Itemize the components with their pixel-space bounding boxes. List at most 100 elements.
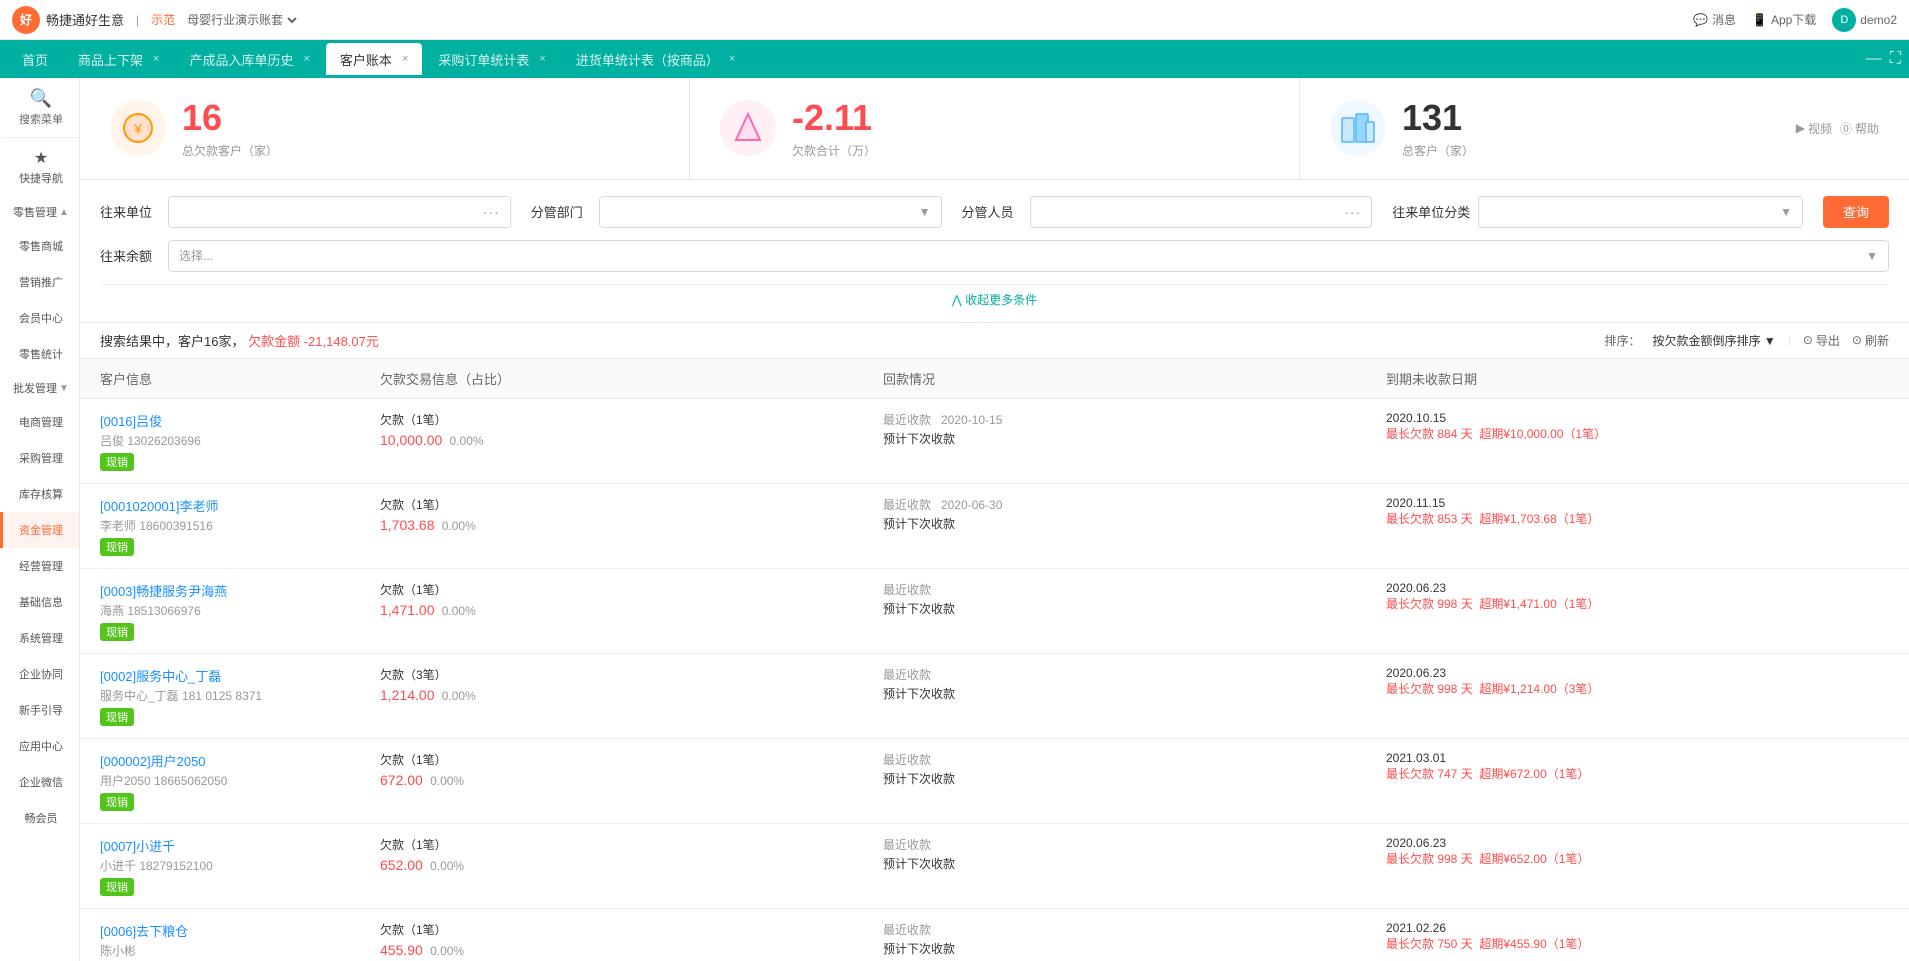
subtitle-label[interactable]: 示范	[151, 11, 175, 28]
query-button[interactable]: 查询	[1823, 196, 1889, 228]
tab-home-label: 首页	[22, 50, 48, 69]
sidebar-item-retail-mgmt[interactable]: 零售管理 ▲	[0, 196, 79, 228]
sidebar-item-search[interactable]: 🔍 搜索菜单	[0, 78, 79, 138]
filter-person-label: 分管人员	[962, 202, 1022, 221]
tab-purchase-order[interactable]: 采购订单统计表 ×	[424, 43, 559, 75]
filter-collapse-button[interactable]: ⋀ 收起更多条件	[100, 284, 1889, 314]
sidebar-item-guide[interactable]: 新手引导	[0, 692, 79, 728]
tab-product-listing-label: 商品上下架	[78, 50, 143, 69]
overdue-link-3[interactable]: 超期¥1,214.00（3笔）	[1479, 682, 1599, 696]
customer-name-0[interactable]: [0016]吕俊	[100, 414, 162, 429]
close-icon[interactable]: ×	[153, 53, 159, 65]
overdue-link-2[interactable]: 超期¥1,471.00（1笔）	[1479, 597, 1599, 611]
sidebar-item-wholesale-mgmt[interactable]: 批发管理 ▼	[0, 372, 79, 404]
tab-customer-ledger[interactable]: 客户账本 ×	[326, 43, 422, 75]
top-bar: 好 畅捷通好生意 | 示范 母婴行业演示账套 💬 消息 📱 App下载 D de…	[0, 0, 1909, 40]
message-button[interactable]: 💬 消息	[1693, 11, 1736, 28]
debt-amount-5[interactable]: 652.00	[380, 857, 423, 873]
debt-amount-2[interactable]: 1,471.00	[380, 602, 435, 618]
sidebar-item-collab[interactable]: 企业协同	[0, 656, 79, 692]
filter-person-input[interactable]: ···	[1030, 196, 1373, 228]
filter-category-select[interactable]: ▼	[1478, 196, 1803, 228]
due-date-6: 2021.02.26	[1386, 921, 1889, 935]
minimize-icon[interactable]: —	[1866, 50, 1882, 68]
customer-name-4[interactable]: [000002]用户2050	[100, 754, 206, 769]
sidebar-item-business[interactable]: 经营管理	[0, 548, 79, 584]
company-select[interactable]: 母婴行业演示账套	[183, 12, 300, 28]
debt-amount-6[interactable]: 455.90	[380, 942, 423, 958]
filter-row-2: 往来余额 选择... ▼	[100, 240, 1889, 272]
payback-cell-1: 最近收款 2020-06-30 预计下次收款	[883, 496, 1386, 532]
customer-name-1[interactable]: [0001020001]李老师	[100, 499, 219, 514]
help-button[interactable]: ⓪ 帮助	[1840, 120, 1879, 137]
filter-row-1: 往来单位 ··· 分管部门 ▼ 分管人员	[100, 196, 1889, 228]
sidebar-item-system[interactable]: 系统管理	[0, 620, 79, 656]
customer-name-2[interactable]: [0003]畅捷服务尹海燕	[100, 584, 227, 599]
app-download-button[interactable]: 📱 App下载	[1752, 11, 1816, 28]
view-video-button[interactable]: ▶ 视频	[1796, 120, 1832, 137]
due-date-1: 2020.11.15	[1386, 496, 1889, 510]
result-amount-text: 欠款金额 -21,148.07元	[248, 334, 379, 349]
sidebar-item-retail-stats[interactable]: 零售统计	[0, 336, 79, 372]
sidebar-item-retail-mall[interactable]: 零售商城	[0, 228, 79, 264]
overdue-link-1[interactable]: 超期¥1,703.68（1笔）	[1479, 512, 1599, 526]
sidebar-item-member[interactable]: 会员中心	[0, 300, 79, 336]
tab-home[interactable]: 首页	[8, 43, 62, 75]
sidebar-item-member-pro[interactable]: 畅会员	[0, 800, 79, 836]
payback-cell-6: 最近收款 预计下次收款	[883, 921, 1386, 957]
customer-name-6[interactable]: [0006]去下粮仓	[100, 924, 188, 939]
debt-amount-0[interactable]: 10,000.00	[380, 432, 442, 448]
col-payback: 回款情况	[883, 369, 1386, 388]
maximize-icon[interactable]: ⛶	[1890, 50, 1901, 68]
refresh-button[interactable]: ⊙ 刷新	[1852, 332, 1889, 349]
debt-amount-3[interactable]: 1,214.00	[380, 687, 435, 703]
close-icon[interactable]: ×	[303, 53, 309, 65]
filter-category-label: 往来单位分类	[1392, 202, 1470, 221]
debt-cell-2: 欠款（1笔） 1,471.00 0.00%	[380, 581, 883, 618]
tab-purchase-stats[interactable]: 进货单统计表（按商品） ×	[562, 43, 749, 75]
overdue-days-6: 最长欠款 750 天 超期¥455.90（1笔）	[1386, 935, 1889, 952]
stat-info-amount: -2.11 欠款合计（万）	[792, 98, 876, 159]
sidebar-item-purchase[interactable]: 采购管理	[0, 440, 79, 476]
close-icon[interactable]: ×	[729, 53, 735, 65]
sort-select[interactable]: 按欠款金额倒序排序 ▼	[1653, 332, 1776, 349]
sidebar-item-marketing[interactable]: 营销推广	[0, 264, 79, 300]
close-icon[interactable]: ×	[539, 53, 545, 65]
sidebar-item-app-center[interactable]: 应用中心	[0, 728, 79, 764]
overdue-link-4[interactable]: 超期¥672.00（1笔）	[1479, 767, 1589, 781]
sidebar-item-ecommerce[interactable]: 电商管理	[0, 404, 79, 440]
customer-name-5[interactable]: [0007]小进千	[100, 839, 175, 854]
sidebar-item-inventory[interactable]: 库存核算	[0, 476, 79, 512]
tab-production-history[interactable]: 产成品入库单历史 ×	[175, 43, 323, 75]
filter-party-input[interactable]: ···	[168, 196, 511, 228]
customer-name-3[interactable]: [0002]服务中心_丁磊	[100, 669, 221, 684]
stat-card-amount: -2.11 欠款合计（万）	[690, 78, 1300, 179]
filter-dept-select[interactable]: ▼	[599, 196, 942, 228]
dropdown-icon: ▼	[919, 205, 931, 219]
sidebar-item-quick-nav[interactable]: ★ 快捷导航	[0, 138, 79, 196]
overdue-link-5[interactable]: 超期¥652.00（1笔）	[1479, 852, 1589, 866]
stat-value-total: 131	[1402, 98, 1474, 138]
overdue-link-0[interactable]: 超期¥10,000.00（1笔）	[1479, 427, 1606, 441]
overdue-link-6[interactable]: 超期¥455.90（1笔）	[1479, 937, 1589, 951]
export-button[interactable]: ⊙ 导出	[1803, 332, 1840, 349]
filter-dept: 分管部门 ▼	[531, 196, 942, 228]
customer-cell-4: [000002]用户2050 用户2050 18665062050 现销	[100, 751, 380, 811]
customer-cell-6: [0006]去下粮仓 陈小彬 现销	[100, 921, 380, 961]
sidebar-item-finance[interactable]: 资金管理	[0, 512, 79, 548]
sidebar-item-basic-info[interactable]: 基础信息	[0, 584, 79, 620]
payback-next-3: 预计下次收款	[883, 685, 1386, 702]
user-button[interactable]: D demo2	[1832, 8, 1897, 32]
debt-amount-1[interactable]: 1,703.68	[380, 517, 435, 533]
tab-product-listing[interactable]: 商品上下架 ×	[64, 43, 173, 75]
filter-balance-select[interactable]: 选择... ▼	[168, 240, 1889, 272]
close-icon[interactable]: ×	[402, 53, 408, 65]
sidebar-item-wechat[interactable]: 企业微信	[0, 764, 79, 800]
dropdown-icon: ▼	[1866, 249, 1878, 263]
customer-tag-2: 现销	[100, 623, 134, 641]
dropdown-icon: ▼	[1780, 205, 1792, 219]
debt-amount-4[interactable]: 672.00	[380, 772, 423, 788]
result-summary-text: 搜索结果中，客户16家	[100, 334, 231, 349]
table-row: [0007]小进千 小进千 18279152100 现销 欠款（1笔） 652.…	[80, 824, 1909, 909]
stat-card-total: 131 总客户（家） ▶ 视频 ⓪ 帮助	[1300, 78, 1909, 179]
